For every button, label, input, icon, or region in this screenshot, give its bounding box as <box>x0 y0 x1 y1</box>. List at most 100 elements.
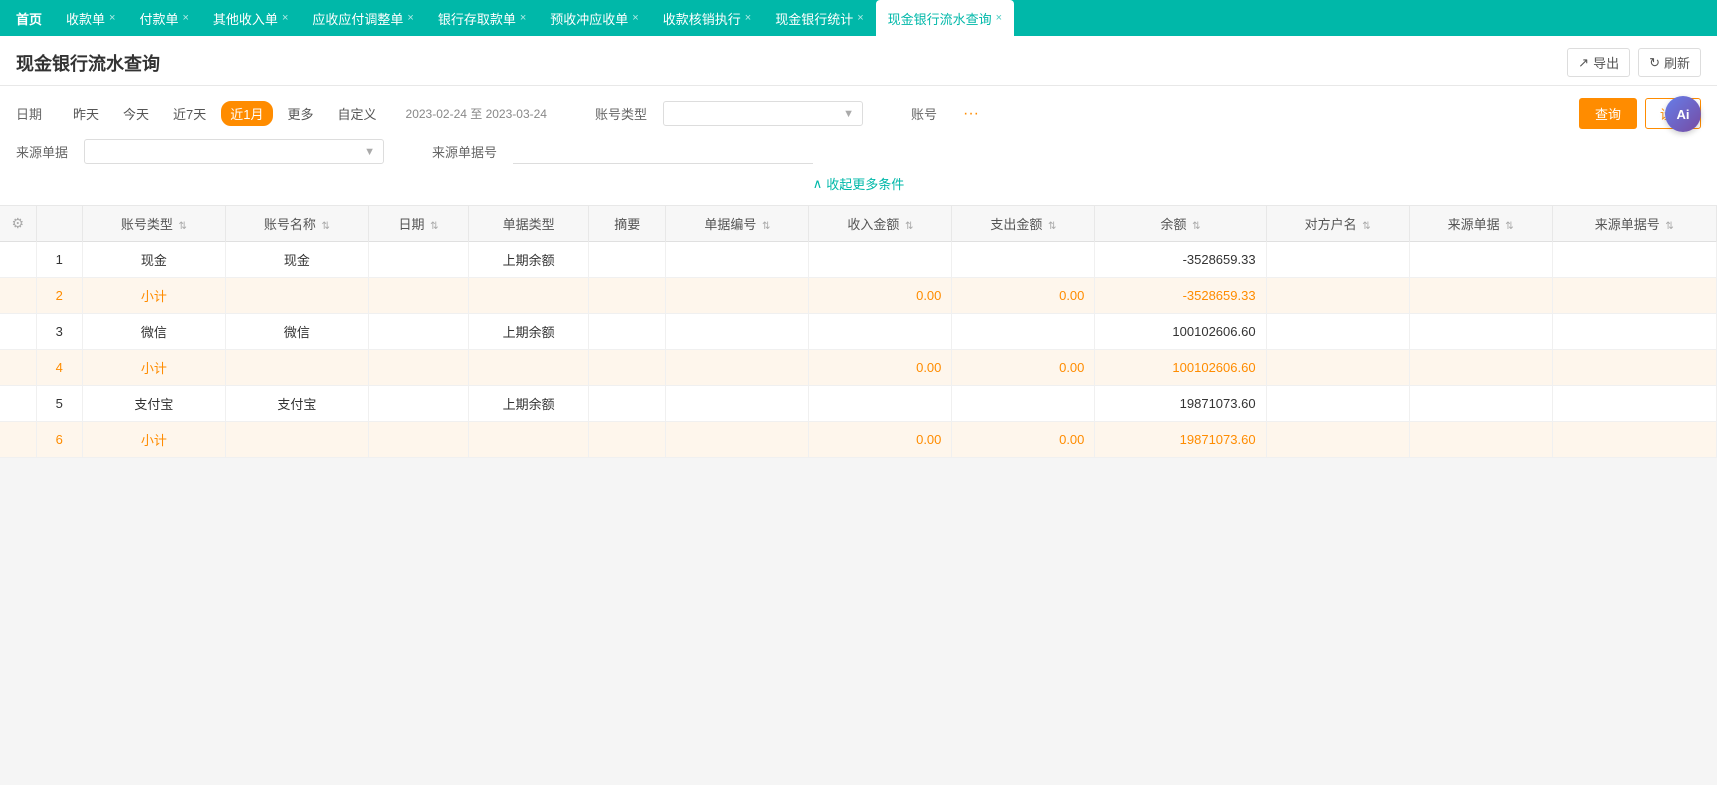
date-option-昨天[interactable]: 昨天 <box>64 101 108 126</box>
nav-item-payment[interactable]: 付款单× <box>127 0 200 36</box>
sort-icon-account-name: ⇅ <box>322 221 330 232</box>
table-cell: -3528659.33 <box>1095 242 1266 278</box>
query-button[interactable]: 查询 <box>1579 98 1637 129</box>
source-doc-label: 来源单据 <box>16 142 68 161</box>
table-cell: 19871073.60 <box>1095 422 1266 458</box>
export-icon: ↗ <box>1578 55 1589 71</box>
account-name-col-header[interactable]: 账号名称 ⇅ <box>225 206 368 242</box>
filter-row-1: 日期 昨天今天近7天近1月更多自定义 2023-02-24 至 2023-03-… <box>16 98 1701 129</box>
table-cell <box>1266 386 1409 422</box>
date-option-近1月[interactable]: 近1月 <box>221 101 272 126</box>
account-ellipsis-button[interactable]: ··· <box>959 105 983 123</box>
table-cell: 支付宝 <box>225 386 368 422</box>
table-cell <box>1409 350 1552 386</box>
table-cell <box>1409 314 1552 350</box>
table-cell <box>589 242 666 278</box>
table-cell <box>368 350 468 386</box>
table-row: 2小计0.000.00-3528659.33 <box>0 278 1717 314</box>
table-settings-icon[interactable]: ⚙ <box>11 215 24 231</box>
nav-item-stats[interactable]: 现金银行统计× <box>763 0 875 36</box>
table-cell <box>809 386 952 422</box>
table-row: 5支付宝支付宝上期余额19871073.60 <box>0 386 1717 422</box>
nav-close-verify[interactable]: × <box>745 12 751 24</box>
table-cell <box>225 350 368 386</box>
nav-item-home[interactable]: 首页 <box>4 0 54 36</box>
ai-badge[interactable]: Ai <box>1665 96 1701 132</box>
nav-item-bank-deposit[interactable]: 银行存取款单× <box>426 0 538 36</box>
nav-item-other-income[interactable]: 其他收入单× <box>201 0 300 36</box>
nav-item-prepay[interactable]: 预收冲应收单× <box>538 0 650 36</box>
table-cell: 2 <box>36 278 82 314</box>
refresh-icon: ↻ <box>1649 55 1660 71</box>
balance-col-header[interactable]: 余额 ⇅ <box>1095 206 1266 242</box>
source-doc-no-input[interactable] <box>513 140 813 164</box>
nav-close-bank-deposit[interactable]: × <box>520 12 526 24</box>
settings-col-header[interactable]: ⚙ <box>0 206 36 242</box>
table-body: 1现金现金上期余额-3528659.332小计0.000.00-3528659.… <box>0 242 1717 458</box>
table-cell: 小计 <box>82 422 225 458</box>
nav-item-flow-query[interactable]: 现金银行流水查询× <box>876 0 1014 36</box>
summary-col-header: 摘要 <box>589 206 666 242</box>
table-row: 1现金现金上期余额-3528659.33 <box>0 242 1717 278</box>
table-cell <box>589 350 666 386</box>
income-col-header[interactable]: 收入金额 ⇅ <box>809 206 952 242</box>
table-cell <box>0 278 36 314</box>
nav-close-prepay[interactable]: × <box>632 12 638 24</box>
account-type-col-header[interactable]: 账号类型 ⇅ <box>82 206 225 242</box>
table-cell <box>666 278 809 314</box>
date-option-自定义[interactable]: 自定义 <box>329 101 386 126</box>
refresh-button[interactable]: ↻ 刷新 <box>1638 48 1701 77</box>
page-title: 现金银行流水查询 <box>16 50 160 76</box>
source-doc-no-label: 来源单据号 <box>432 142 497 161</box>
table-cell: 19871073.60 <box>1095 386 1266 422</box>
table-cell <box>368 314 468 350</box>
source-doc-select[interactable]: ▼ <box>84 139 384 164</box>
nav-close-stats[interactable]: × <box>857 12 863 24</box>
table-cell <box>469 278 589 314</box>
nav-item-adjustment[interactable]: 应收应付调整单× <box>300 0 425 36</box>
nav-close-adjustment[interactable]: × <box>407 12 413 24</box>
nav-item-receipt[interactable]: 收款单× <box>54 0 127 36</box>
sort-icon-income: ⇅ <box>905 221 913 232</box>
export-button[interactable]: ↗ 导出 <box>1567 48 1630 77</box>
table-cell <box>1266 350 1409 386</box>
table-cell <box>1409 386 1552 422</box>
table-cell <box>1409 422 1552 458</box>
counterparty-col-header[interactable]: 对方户名 ⇅ <box>1266 206 1409 242</box>
date-col-header[interactable]: 日期 ⇅ <box>368 206 468 242</box>
doc-no-col-header[interactable]: 单据编号 ⇅ <box>666 206 809 242</box>
table-row: 3微信微信上期余额100102606.60 <box>0 314 1717 350</box>
table-cell: -3528659.33 <box>1095 278 1266 314</box>
table-cell: 微信 <box>82 314 225 350</box>
nav-close-receipt[interactable]: × <box>109 12 115 24</box>
table-cell <box>0 386 36 422</box>
date-options: 昨天今天近7天近1月更多自定义 <box>64 101 386 126</box>
nav-close-flow-query[interactable]: × <box>996 12 1002 24</box>
table-cell: 现金 <box>82 242 225 278</box>
table-cell: 上期余额 <box>469 314 589 350</box>
sort-icon-source-doc: ⇅ <box>1505 221 1513 232</box>
table-cell <box>589 314 666 350</box>
nav-close-payment[interactable]: × <box>182 12 188 24</box>
expense-col-header[interactable]: 支出金额 ⇅ <box>952 206 1095 242</box>
account-type-value <box>672 106 676 121</box>
account-type-select[interactable]: ▼ <box>663 101 863 126</box>
table-cell <box>952 242 1095 278</box>
collapse-bar[interactable]: ∧ 收起更多条件 <box>16 174 1701 193</box>
table-cell <box>666 386 809 422</box>
source-doc-col-header[interactable]: 来源单据 ⇅ <box>1409 206 1552 242</box>
date-option-今天[interactable]: 今天 <box>114 101 158 126</box>
nav-item-verify[interactable]: 收款核销执行× <box>651 0 763 36</box>
table-cell <box>1266 422 1409 458</box>
nav-close-other-income[interactable]: × <box>282 12 288 24</box>
table-container: ⚙ 账号类型 ⇅ 账号名称 ⇅ 日期 ⇅ 单据类型 摘要 单据编号 ⇅ 收入金额… <box>0 206 1717 458</box>
doc-type-col-header: 单据类型 <box>469 206 589 242</box>
table-cell <box>666 350 809 386</box>
sort-icon-doc-no: ⇅ <box>762 221 770 232</box>
source-doc-no-col-header[interactable]: 来源单据号 ⇅ <box>1552 206 1716 242</box>
table-cell <box>589 422 666 458</box>
date-option-近7天[interactable]: 近7天 <box>164 101 215 126</box>
table-cell <box>952 386 1095 422</box>
table-cell <box>1552 278 1716 314</box>
date-option-更多[interactable]: 更多 <box>279 101 323 126</box>
